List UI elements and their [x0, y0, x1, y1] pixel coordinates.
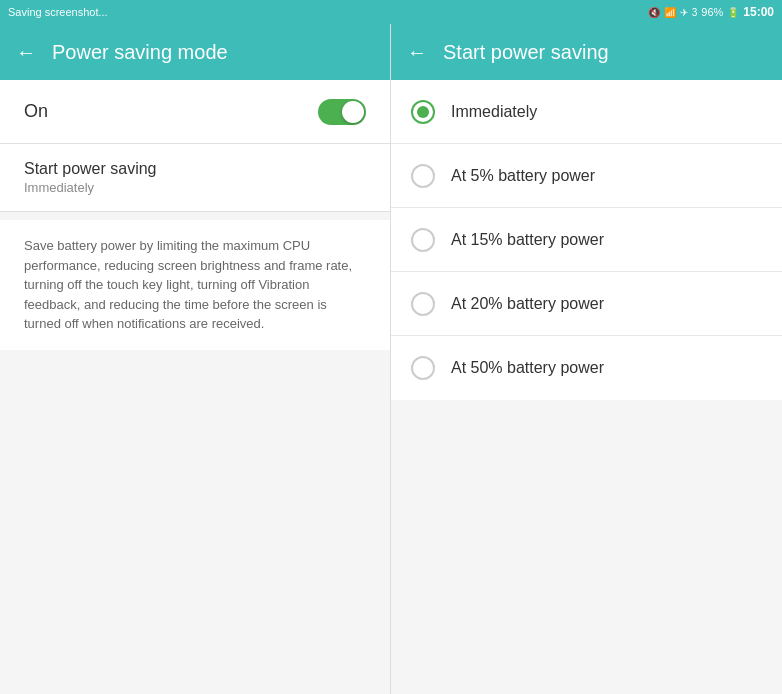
- radio-item-3[interactable]: At 20% battery power: [391, 272, 782, 336]
- battery-percent: 96%: [701, 6, 723, 18]
- airplane-icon: ✈: [680, 7, 688, 18]
- battery-icon: 🔋: [727, 7, 739, 18]
- start-power-saving-subtitle: Immediately: [24, 180, 366, 195]
- description-text: Save battery power by limiting the maxim…: [24, 236, 366, 334]
- time-display: 15:00: [743, 5, 774, 19]
- radio-item-1[interactable]: At 5% battery power: [391, 144, 782, 208]
- wifi-icon: 📶: [664, 7, 676, 18]
- power-saving-toggle[interactable]: [318, 99, 366, 125]
- start-power-saving-title: Start power saving: [24, 160, 366, 178]
- radio-circle-2: [411, 228, 435, 252]
- toggle-label: On: [24, 101, 48, 122]
- radio-item-4[interactable]: At 50% battery power: [391, 336, 782, 400]
- left-back-button[interactable]: ←: [16, 41, 36, 64]
- radio-item-2[interactable]: At 15% battery power: [391, 208, 782, 272]
- screenshot-notification: Saving screenshot...: [8, 6, 108, 18]
- radio-circle-3: [411, 292, 435, 316]
- sim-icon: 3: [692, 7, 698, 18]
- right-back-button[interactable]: ←: [407, 41, 427, 64]
- status-bar-right: 🔇 📶 ✈ 3 96% 🔋 15:00: [391, 0, 782, 24]
- description-section: Save battery power by limiting the maxim…: [0, 220, 390, 350]
- radio-circle-0: [411, 100, 435, 124]
- radio-item-0[interactable]: Immediately: [391, 80, 782, 144]
- radio-label-2: At 15% battery power: [451, 231, 604, 249]
- status-bar-left: Saving screenshot...: [0, 0, 391, 24]
- left-panel: ← Power saving mode On Start power savin…: [0, 24, 391, 694]
- start-power-saving-row[interactable]: Start power saving Immediately: [0, 144, 390, 212]
- right-panel-title: Start power saving: [443, 41, 609, 64]
- right-panel-header: ← Start power saving: [391, 24, 782, 80]
- right-panel: ← Start power saving Immediately At 5% ba…: [391, 24, 782, 694]
- radio-label-0: Immediately: [451, 103, 537, 121]
- left-panel-header: ← Power saving mode: [0, 24, 390, 80]
- radio-circle-4: [411, 356, 435, 380]
- left-panel-title: Power saving mode: [52, 41, 228, 64]
- radio-label-3: At 20% battery power: [451, 295, 604, 313]
- radio-options-list: Immediately At 5% battery power At 15% bat…: [391, 80, 782, 400]
- radio-label-1: At 5% battery power: [451, 167, 595, 185]
- radio-label-4: At 50% battery power: [451, 359, 604, 377]
- radio-circle-1: [411, 164, 435, 188]
- power-saving-toggle-row: On: [0, 80, 390, 144]
- signal-mute-icon: 🔇: [648, 7, 660, 18]
